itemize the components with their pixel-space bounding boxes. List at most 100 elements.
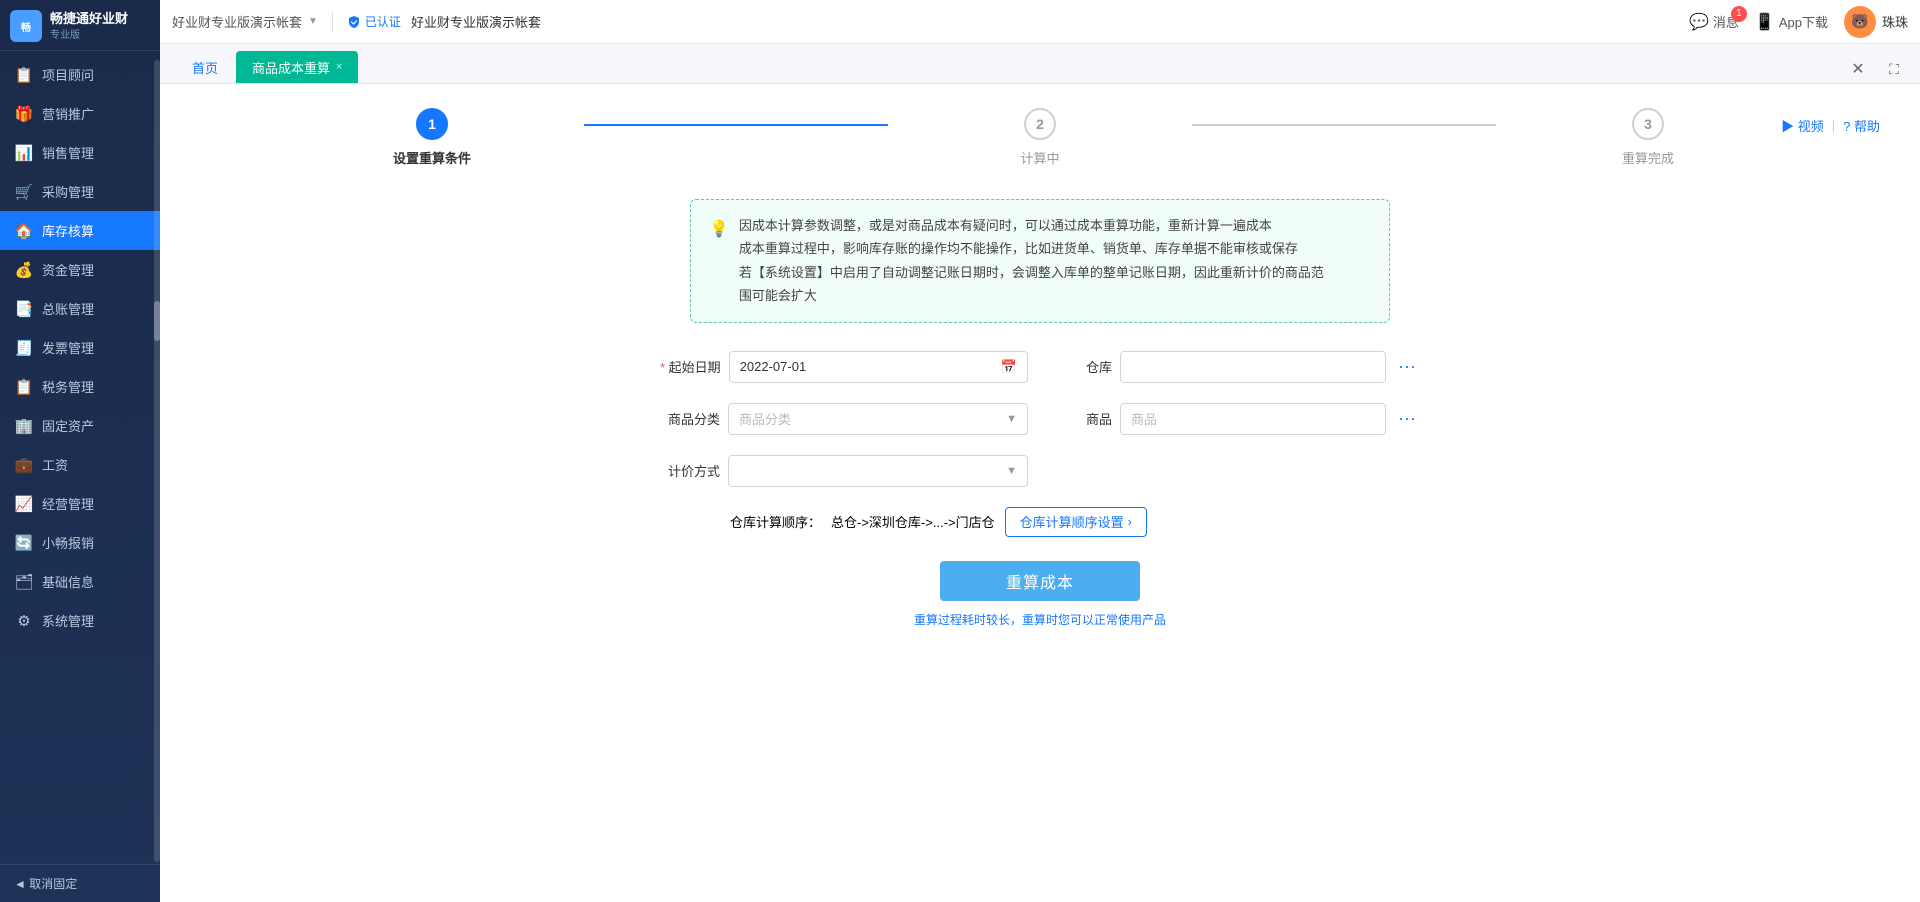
info-line-2: 成本重算过程中，影响库存账的操作均不能操作，比如进货单、销货单、库存单据不能审核… [739, 237, 1324, 260]
step-2-circle: 2 [1024, 108, 1056, 140]
sidebar-footer[interactable]: ◄ 取消固定 [0, 864, 160, 902]
chevron-right-icon: › [1128, 514, 1132, 529]
step-1-num: 1 [428, 116, 436, 132]
start-date-input[interactable]: 📅 [729, 351, 1028, 383]
step-3-circle: 3 [1632, 108, 1664, 140]
product-field: 商品 商品 ··· [1052, 403, 1420, 435]
form-row-2: 商品分类 商品分类 ▼ 商品 商品 ··· [660, 403, 1420, 435]
product-input[interactable]: 商品 [1120, 403, 1386, 435]
sidebar-item-expense[interactable]: 🔄 小畅报销 [0, 523, 160, 562]
calendar-icon[interactable]: 📅 [1001, 359, 1017, 375]
basic-icon: 🗂 [14, 573, 34, 591]
sidebar-item-operation[interactable]: 📈 经营管理 [0, 484, 160, 523]
sidebar-item-invoice[interactable]: 🧾 发票管理 [0, 328, 160, 367]
sales-icon: 📊 [14, 144, 34, 162]
help-link[interactable]: ? 帮助 [1843, 116, 1880, 135]
sidebar-title: 畅捷通好业财 [50, 11, 128, 27]
sidebar-item-tax[interactable]: 📋 税务管理 [0, 367, 160, 406]
category-chevron-icon: ▼ [1006, 413, 1017, 425]
helper-divider: | [1832, 118, 1835, 133]
sidebar-item-system[interactable]: ⚙ 系统管理 [0, 601, 160, 640]
step-3: 3 重算完成 [1496, 108, 1800, 167]
logo-text: 畅 [21, 19, 31, 34]
verified-badge: 已认证 [347, 13, 401, 30]
tab-cost-recalc-label: 商品成本重算 [252, 58, 330, 77]
category-select[interactable]: 商品分类 ▼ [728, 403, 1028, 435]
pricing-label: 计价方式 [660, 461, 720, 480]
warehouse-value[interactable] [1131, 359, 1375, 374]
info-text: 因成本计算参数调整，或是对商品成本有疑问时，可以通过成本重算功能，重新计算一遍成… [739, 214, 1324, 308]
message-icon: 💬 [1689, 12, 1709, 32]
video-label: 视频 [1798, 119, 1824, 134]
info-box: 💡 因成本计算参数调整，或是对商品成本有疑问时，可以通过成本重算功能，重新计算一… [690, 199, 1390, 323]
warehouse-input[interactable] [1120, 351, 1386, 383]
assets-icon: 🏢 [14, 417, 34, 435]
account-chevron-icon: ▼ [308, 16, 318, 27]
sidebar-item-purchase[interactable]: 🛒 采购管理 [0, 172, 160, 211]
sidebar-item-assets[interactable]: 🏢 固定资产 [0, 406, 160, 445]
salary-icon: 💼 [14, 456, 34, 474]
avatar[interactable]: 🐻 [1844, 6, 1876, 38]
warehouse-field: 仓库 ··· [1052, 351, 1420, 383]
sidebar-item-label: 固定资产 [42, 416, 94, 435]
product-more-icon[interactable]: ··· [1394, 408, 1420, 429]
sidebar-item-inventory[interactable]: 🏠 库存核算 [0, 211, 160, 250]
bulb-icon: 💡 [709, 216, 729, 308]
sidebar-item-label: 营销推广 [42, 104, 94, 123]
tab-home[interactable]: 首页 [176, 51, 234, 83]
sidebar-item-label: 税务管理 [42, 377, 94, 396]
app-label: App下载 [1779, 12, 1828, 31]
category-field: 商品分类 商品分类 ▼ [660, 403, 1028, 435]
message-badge: 1 [1731, 6, 1747, 22]
form-row-3: 计价方式 ▼ [660, 455, 1420, 487]
warehouse-order-label: 仓库计算顺序： [730, 512, 821, 531]
app-download-button[interactable]: 📱 App下载 [1755, 12, 1828, 32]
pricing-select[interactable]: ▼ [728, 455, 1028, 487]
action-row: 重算成本 [660, 561, 1420, 601]
message-button[interactable]: 💬 消息 1 [1689, 12, 1739, 32]
sidebar-item-label: 系统管理 [42, 611, 94, 630]
close-window-button[interactable]: ✕ [1844, 55, 1872, 83]
action-hint: 重算过程耗时较长，重算时您可以正常使用产品 [660, 611, 1420, 628]
recalc-button[interactable]: 重算成本 [940, 561, 1140, 601]
step-1-circle: 1 [416, 108, 448, 140]
sidebar-item-label: 基础信息 [42, 572, 94, 591]
sidebar-item-salary[interactable]: 💼 工资 [0, 445, 160, 484]
step-1: 1 设置重算条件 [280, 108, 584, 167]
start-date-value[interactable] [740, 359, 997, 374]
warehouse-more-icon[interactable]: ··· [1394, 356, 1420, 377]
tab-actions: ✕ ⛶ [1844, 55, 1920, 83]
info-line-3: 若【系统设置】中启用了自动调整记账日期时，会调整入库单的整单记账日期，因此重新计… [739, 261, 1324, 284]
sidebar-item-marketing[interactable]: 🎁 营销推广 [0, 94, 160, 133]
tabbar: 首页 商品成本重算 × ✕ ⛶ [160, 44, 1920, 84]
sidebar-item-sales[interactable]: 📊 销售管理 [0, 133, 160, 172]
sidebar-item-label: 发票管理 [42, 338, 94, 357]
tab-home-label: 首页 [192, 58, 218, 77]
tab-close-icon[interactable]: × [336, 61, 342, 73]
sidebar-item-label: 项目顾问 [42, 65, 94, 84]
sidebar-item-accounting[interactable]: 📑 总账管理 [0, 289, 160, 328]
account-name: 好业财专业版演示帐套 [172, 12, 302, 31]
sidebar-item-project[interactable]: 📋 项目顾问 [0, 55, 160, 94]
step-2: 2 计算中 [888, 108, 1192, 167]
steps-container: 1 设置重算条件 2 计算中 3 重算完成 ▶ 视频 [200, 108, 1880, 167]
expense-icon: 🔄 [14, 534, 34, 552]
pricing-field: 计价方式 ▼ [660, 455, 1028, 487]
project-icon: 📋 [14, 66, 34, 84]
warehouse-order-settings-button[interactable]: 仓库计算顺序设置 › [1005, 507, 1147, 537]
step-3-num: 3 [1644, 116, 1652, 132]
scroll-indicator [154, 60, 160, 862]
sidebar-subtitle: 专业版 [50, 26, 128, 41]
tab-cost-recalc[interactable]: 商品成本重算 × [236, 51, 358, 83]
step-connector-2 [1192, 124, 1496, 126]
user-area[interactable]: 🐻 珠珠 [1844, 6, 1908, 38]
sidebar-item-label: 资金管理 [42, 260, 94, 279]
sidebar: 畅 畅捷通好业财 专业版 📋 项目顾问 🎁 营销推广 📊 销售管理 🛒 采购管理… [0, 0, 160, 902]
sidebar-logo: 畅 [10, 10, 42, 42]
maximize-button[interactable]: ⛶ [1880, 55, 1908, 83]
topbar: 好业财专业版演示帐套 ▼ 已认证 好业财专业版演示帐套 💬 消息 1 📱 App… [160, 0, 1920, 44]
sidebar-item-basic[interactable]: 🗂 基础信息 [0, 562, 160, 601]
help-label: 帮助 [1854, 119, 1880, 134]
topbar-account[interactable]: 好业财专业版演示帐套 ▼ [172, 12, 318, 31]
sidebar-item-finance[interactable]: 💰 资金管理 [0, 250, 160, 289]
